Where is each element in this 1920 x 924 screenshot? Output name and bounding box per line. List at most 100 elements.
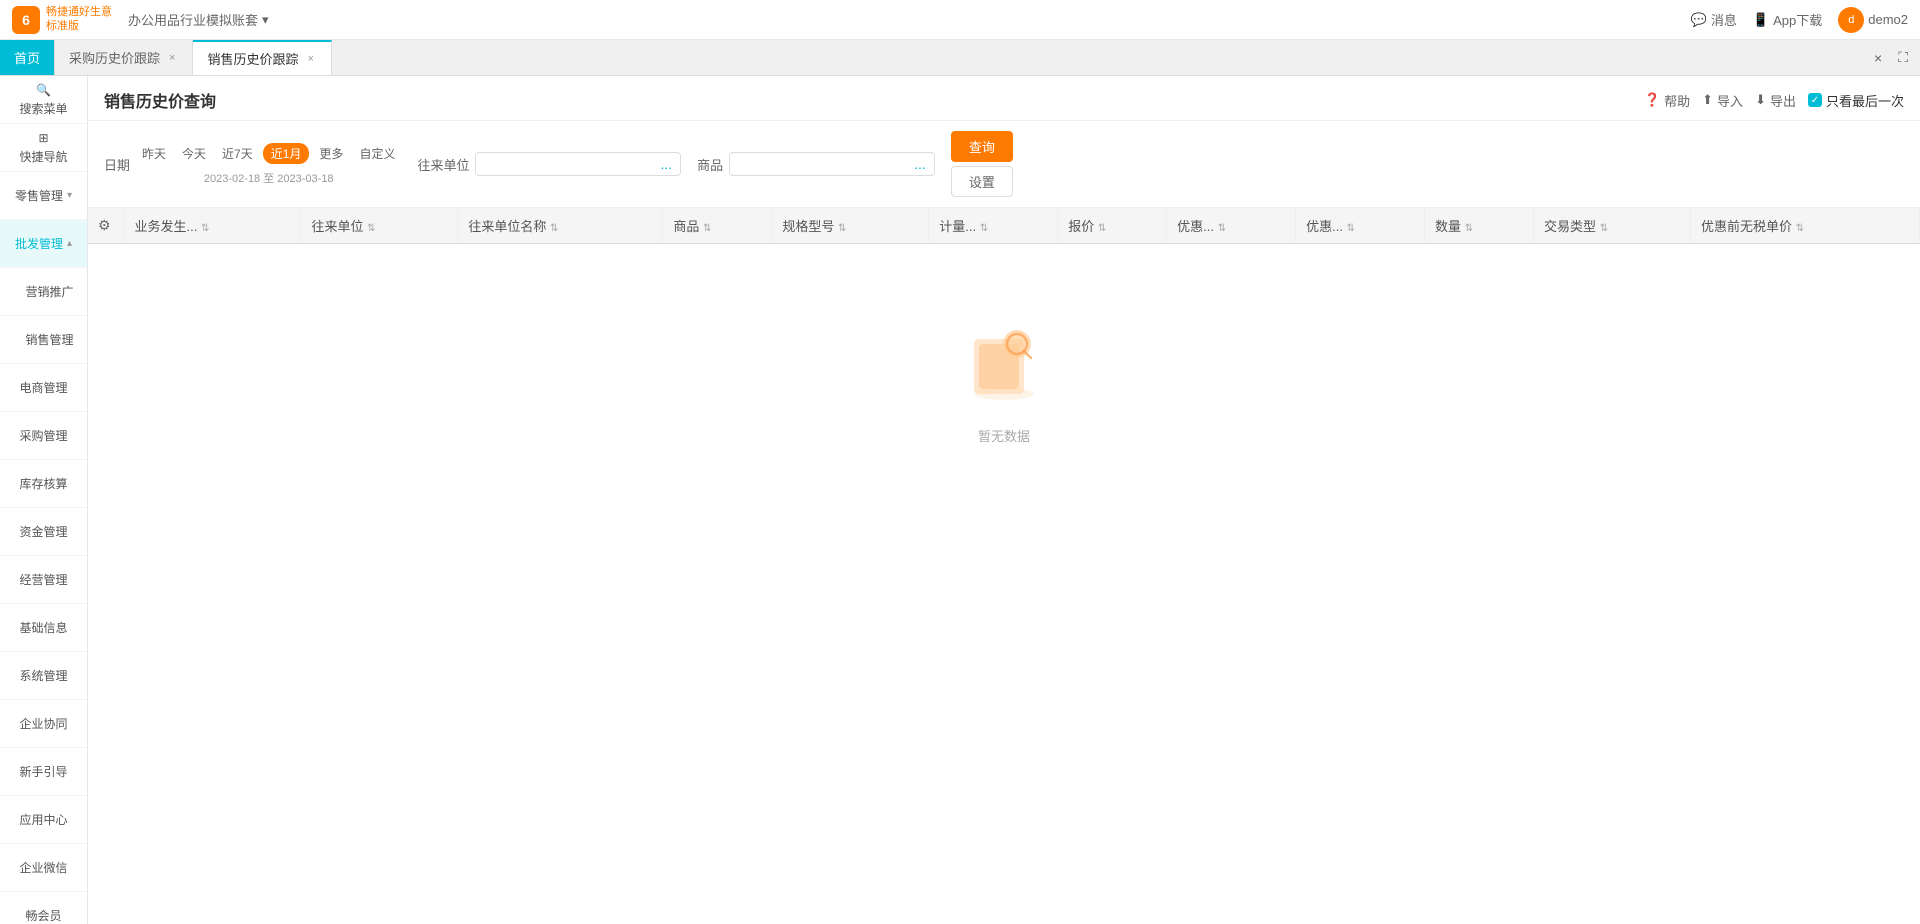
sort-icon-biz-date[interactable]: ⇅ — [201, 223, 209, 234]
date-btn-1month[interactable]: 近1月 — [263, 143, 310, 164]
sidebar-item-inventory-check[interactable]: 库存核算 — [0, 460, 87, 508]
import-button[interactable]: ⬆ 导入 — [1702, 91, 1743, 110]
app-selector[interactable]: 办公用品行业模拟账套 ▾ — [120, 10, 277, 29]
partner-filter-label: 往来单位 — [417, 155, 469, 174]
empty-state: 暂无数据 — [88, 244, 1920, 525]
chevron-up-icon: ▴ — [67, 238, 72, 249]
sidebar-item-enterprise-wechat[interactable]: 企业微信 — [0, 844, 87, 892]
th-partner-name: 往来单位名称 ⇅ — [458, 208, 663, 244]
sort-icon-quantity[interactable]: ⇅ — [1465, 223, 1473, 234]
sort-icon-partner-name[interactable]: ⇅ — [550, 223, 558, 234]
th-biz-date-label: 业务发生... — [135, 219, 201, 234]
sort-icon-discount2[interactable]: ⇅ — [1347, 223, 1355, 234]
sidebar-item-app-center[interactable]: 应用中心 — [0, 796, 87, 844]
tab-purchase-history[interactable]: 采购历史价跟踪 × — [55, 40, 193, 75]
close-tab-button[interactable]: × — [1870, 48, 1886, 68]
date-filter-group: 日期 昨天 今天 近7天 近1月 更多 自定义 2023-02-18 至 202… — [104, 143, 401, 186]
sort-icon-product[interactable]: ⇅ — [703, 223, 711, 234]
logo-area: 6 畅捷通好生意 标准版 — [12, 6, 112, 34]
sidebar-item-ecommerce-mgmt[interactable]: 电商管理 — [0, 364, 87, 412]
page-title: 销售历史价查询 — [104, 88, 216, 112]
search-icon: 🔍 — [36, 83, 51, 97]
export-button[interactable]: ⬇ 导出 — [1755, 91, 1796, 110]
sort-icon-price[interactable]: ⇅ — [1098, 223, 1106, 234]
sort-icon-partner-code[interactable]: ⇅ — [367, 223, 375, 234]
user-profile[interactable]: d demo2 — [1838, 7, 1908, 33]
product-dots-button[interactable]: ... — [914, 156, 926, 172]
partner-dots-button[interactable]: ... — [660, 156, 672, 172]
setting-button[interactable]: 设置 — [951, 166, 1013, 197]
th-price: 报价 ⇅ — [1058, 208, 1167, 244]
topbar-right: 💬 消息 📱 App下载 d demo2 — [1691, 7, 1908, 33]
date-filter: 昨天 今天 近7天 近1月 更多 自定义 2023-02-18 至 2023-0… — [136, 143, 401, 186]
partner-input[interactable] — [484, 157, 660, 172]
product-filter-group: 商品 ... — [697, 152, 935, 176]
table-header: ⚙ 业务发生... ⇅ 往来单位 ⇅ 往来单位名称 ⇅ 商品 ⇅ — [88, 208, 1920, 244]
page-actions: ❓ 帮助 ⬆ 导入 ⬇ 导出 只看最后一次 — [1644, 91, 1904, 110]
sidebar-item-system-mgmt[interactable]: 系统管理 — [0, 652, 87, 700]
sidebar-item-quick-nav[interactable]: ⊞ 快捷导航 — [0, 124, 87, 172]
message-button[interactable]: 💬 消息 — [1691, 10, 1737, 29]
sidebar-item-wholesale-mgmt[interactable]: 批发管理 ▴ — [0, 220, 87, 268]
page-header: 销售历史价查询 ❓ 帮助 ⬆ 导入 ⬇ 导出 只看最后一次 — [88, 76, 1920, 121]
close-purchase-history-tab[interactable]: × — [166, 51, 178, 65]
product-input[interactable] — [738, 157, 914, 172]
th-discount1: 优惠... ⇅ — [1167, 208, 1296, 244]
sidebar-item-sales-mgmt[interactable]: 销售管理 — [0, 316, 87, 364]
sidebar-item-basic-info[interactable]: 基础信息 — [0, 604, 87, 652]
sidebar-item-search-menu[interactable]: 🔍 搜索菜单 — [0, 76, 87, 124]
sort-icon-trade-type[interactable]: ⇅ — [1600, 223, 1608, 234]
sidebar-item-member[interactable]: 畅会员 — [0, 892, 87, 924]
date-btn-7days[interactable]: 近7天 — [216, 143, 259, 164]
maximize-button[interactable]: ⛶ — [1894, 47, 1912, 68]
tabbar: 首页 采购历史价跟踪 × 销售历史价跟踪 × × ⛶ — [0, 40, 1920, 76]
partner-filter-group: 往来单位 ... — [417, 152, 681, 176]
sort-icon-discount1[interactable]: ⇅ — [1218, 223, 1226, 234]
help-button[interactable]: ❓ 帮助 — [1644, 91, 1690, 110]
app-download-button[interactable]: 📱 App下载 — [1753, 10, 1822, 29]
only-last-checkbox-label[interactable]: 只看最后一次 — [1808, 91, 1904, 110]
th-quantity: 数量 ⇅ — [1425, 208, 1534, 244]
query-button[interactable]: 查询 — [951, 131, 1013, 162]
sidebar-item-finance-mgmt[interactable]: 资金管理 — [0, 508, 87, 556]
sort-icon-spec[interactable]: ⇅ — [838, 223, 846, 234]
tab-sales-history[interactable]: 销售历史价跟踪 × — [193, 40, 331, 75]
gear-icon[interactable]: ⚙ — [98, 217, 111, 233]
export-icon: ⬇ — [1755, 92, 1766, 108]
topbar-left: 6 畅捷通好生意 标准版 办公用品行业模拟账套 ▾ — [12, 6, 277, 34]
sidebar-item-retail-mgmt[interactable]: 零售管理 ▾ — [0, 172, 87, 220]
sidebar-item-purchase-mgmt[interactable]: 采购管理 — [0, 412, 87, 460]
product-input-wrap: ... — [729, 152, 935, 176]
date-buttons: 昨天 今天 近7天 近1月 更多 自定义 — [136, 143, 401, 164]
sidebar-item-new-guide[interactable]: 新手引导 — [0, 748, 87, 796]
grid-icon: ⊞ — [38, 131, 48, 145]
topbar: 6 畅捷通好生意 标准版 办公用品行业模拟账套 ▾ 💬 消息 📱 App下载 d… — [0, 0, 1920, 40]
only-last-checkbox[interactable] — [1808, 93, 1822, 107]
th-product: 商品 ⇅ — [663, 208, 772, 244]
date-btn-yesterday[interactable]: 昨天 — [136, 143, 172, 164]
help-icon: ❓ — [1644, 92, 1660, 108]
sidebar-item-enterprise-collab[interactable]: 企业协同 — [0, 700, 87, 748]
table-wrap: ⚙ 业务发生... ⇅ 往来单位 ⇅ 往来单位名称 ⇅ 商品 ⇅ — [88, 208, 1920, 924]
th-spec: 规格型号 ⇅ — [772, 208, 929, 244]
content-area: 销售历史价查询 ❓ 帮助 ⬆ 导入 ⬇ 导出 只看最后一次 — [88, 76, 1920, 924]
close-sales-history-tab[interactable]: × — [304, 52, 316, 66]
data-table: ⚙ 业务发生... ⇅ 往来单位 ⇅ 往来单位名称 ⇅ 商品 ⇅ — [88, 208, 1920, 244]
sort-icon-unit[interactable]: ⇅ — [980, 223, 988, 234]
import-icon: ⬆ — [1702, 92, 1713, 108]
avatar: d — [1838, 7, 1864, 33]
sort-icon-pre-tax-price[interactable]: ⇅ — [1796, 223, 1804, 234]
date-btn-more[interactable]: 更多 — [313, 143, 349, 164]
empty-illustration — [959, 324, 1049, 404]
action-buttons: 查询 设置 — [951, 131, 1013, 197]
tab-home[interactable]: 首页 — [0, 40, 55, 75]
table-header-row: ⚙ 业务发生... ⇅ 往来单位 ⇅ 往来单位名称 ⇅ 商品 ⇅ — [88, 208, 1920, 244]
product-filter-label: 商品 — [697, 155, 723, 174]
date-btn-custom[interactable]: 自定义 — [353, 143, 401, 164]
th-trade-type: 交易类型 ⇅ — [1533, 208, 1690, 244]
sidebar-item-operations-mgmt[interactable]: 经营管理 — [0, 556, 87, 604]
th-discount2: 优惠... ⇅ — [1296, 208, 1425, 244]
sidebar: 🔍 搜索菜单 ⊞ 快捷导航 零售管理 ▾ 批发管理 ▴ 营销推广 销售管理 电商… — [0, 76, 88, 924]
date-btn-today[interactable]: 今天 — [176, 143, 212, 164]
sidebar-item-marketing[interactable]: 营销推广 — [0, 268, 87, 316]
